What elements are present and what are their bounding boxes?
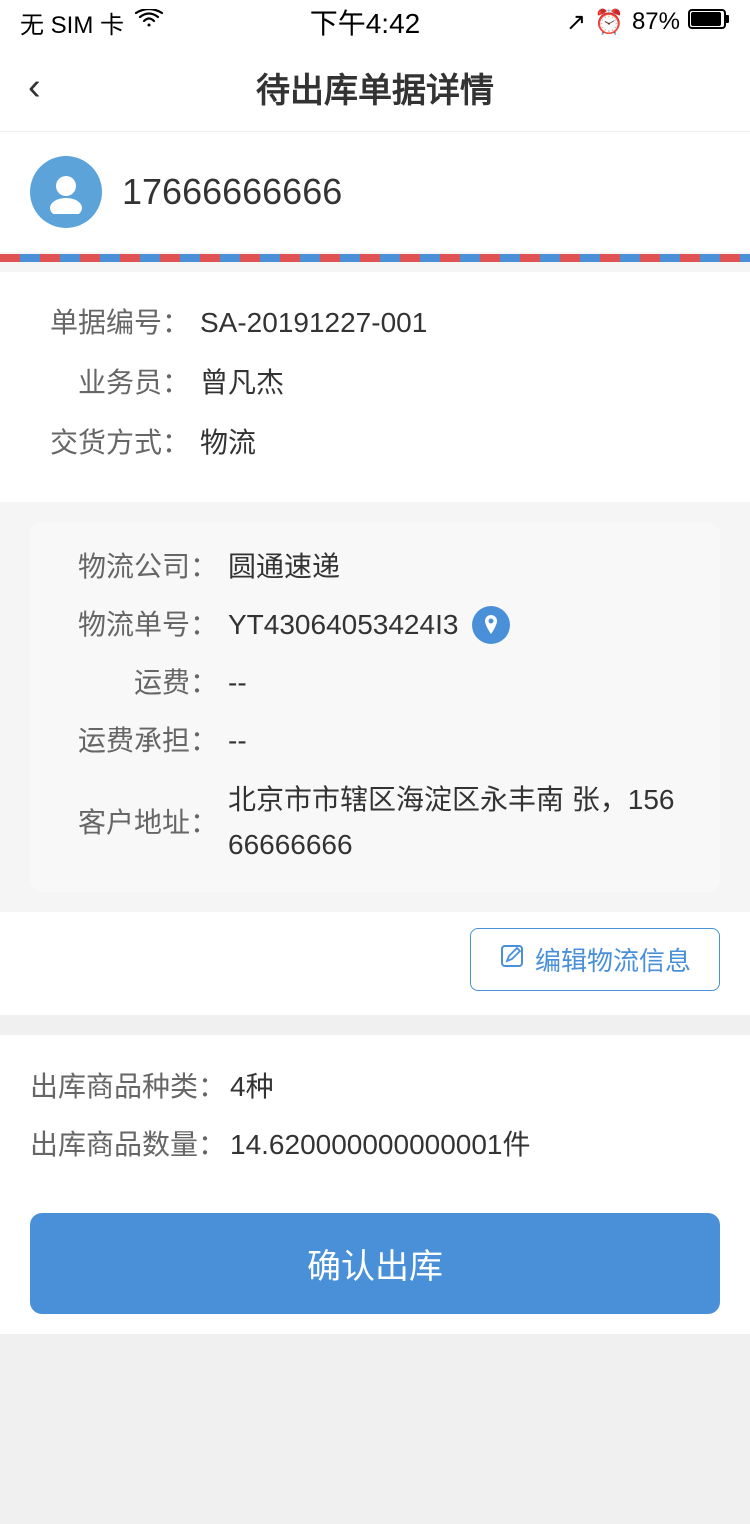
logistics-company-label: 物流公司： [58,546,218,588]
sim-status: 无 SIM 卡 [20,5,124,40]
logistics-tracking-value: YT43064053424I3 [218,604,692,646]
location-icon: ↗ [566,8,586,37]
edit-icon [499,943,525,976]
logistics-address-row: 客户地址： 北京市市辖区海淀区永丰南 张，156 66666666 [58,778,692,868]
document-number-row: 单据编号： SA-20191227-001 [30,302,720,344]
back-button[interactable]: ‹ [28,66,41,109]
logistics-freight-bearer-label: 运费承担： [58,720,218,762]
goods-quantity-row: 出库商品数量： 14.620000000000001件 [30,1123,720,1163]
delivery-method-row: 交货方式： 物流 [30,422,720,464]
logistics-company-value: 圆通速递 [218,546,692,588]
salesperson-label: 业务员： [30,362,190,404]
status-right: ↗ ⏰ 87% [566,8,730,37]
status-bar: 无 SIM 卡 下午4:42 ↗ ⏰ 87% [0,0,750,44]
logistics-freight-row: 运费： -- [58,662,692,704]
logistics-freight-label: 运费： [58,662,218,704]
goods-types-row: 出库商品种类： 4种 [30,1065,720,1105]
status-time: 下午4:42 [310,2,421,42]
bottom-space [0,1304,750,1524]
goods-quantity-label: 出库商品数量： [30,1123,230,1163]
tracking-location-icon[interactable] [472,606,510,644]
edit-logistics-button[interactable]: 编辑物流信息 [470,928,720,991]
alarm-icon: ⏰ [594,8,624,37]
document-number-label: 单据编号： [30,302,190,344]
logistics-tracking-row: 物流单号： YT43064053424I3 [58,604,692,646]
page-title: 待出库单据详情 [256,63,494,112]
confirm-btn-wrap: 确认出库 [0,1193,750,1334]
customer-phone: 17666666666 [122,171,342,213]
logistics-freight-bearer-value: -- [218,720,692,762]
edit-logistics-btn-wrap: 编辑物流信息 [0,912,750,1015]
salesperson-row: 业务员： 曾凡杰 [30,362,720,404]
logistics-freight-value: -- [218,662,692,704]
salesperson-value: 曾凡杰 [190,362,720,404]
goods-types-label: 出库商品种类： [30,1065,230,1105]
status-left: 无 SIM 卡 [20,5,164,40]
goods-types-value: 4种 [230,1065,274,1105]
wifi-icon [134,8,164,36]
document-number-value: SA-20191227-001 [190,302,720,344]
avatar [30,156,102,228]
logistics-company-row: 物流公司： 圆通速递 [58,546,692,588]
logistics-tracking-label: 物流单号： [58,604,218,646]
section-divider [0,1015,750,1035]
logistics-address-label: 客户地址： [58,802,218,844]
customer-header: 17666666666 [0,132,750,252]
battery-text: 87% [632,8,680,36]
goods-quantity-value: 14.620000000000001件 [230,1123,531,1163]
delivery-method-value: 物流 [190,422,720,464]
logistics-address-value: 北京市市辖区海淀区永丰南 张，156 66666666 [218,778,692,868]
logistics-freight-bearer-row: 运费承担： -- [58,720,692,762]
logistics-card: 物流公司： 圆通速递 物流单号： YT43064053424I3 运费： -- … [30,522,720,892]
goods-section: 出库商品种类： 4种 出库商品数量： 14.620000000000001件 [0,1035,750,1201]
battery-icon [688,8,730,37]
edit-logistics-label: 编辑物流信息 [535,941,691,978]
confirm-outbound-button[interactable]: 确认出库 [30,1213,720,1314]
delivery-method-label: 交货方式： [30,422,190,464]
document-info-section: 单据编号： SA-20191227-001 业务员： 曾凡杰 交货方式： 物流 [0,272,750,502]
dashed-divider [0,254,750,262]
nav-bar: ‹ 待出库单据详情 [0,44,750,132]
